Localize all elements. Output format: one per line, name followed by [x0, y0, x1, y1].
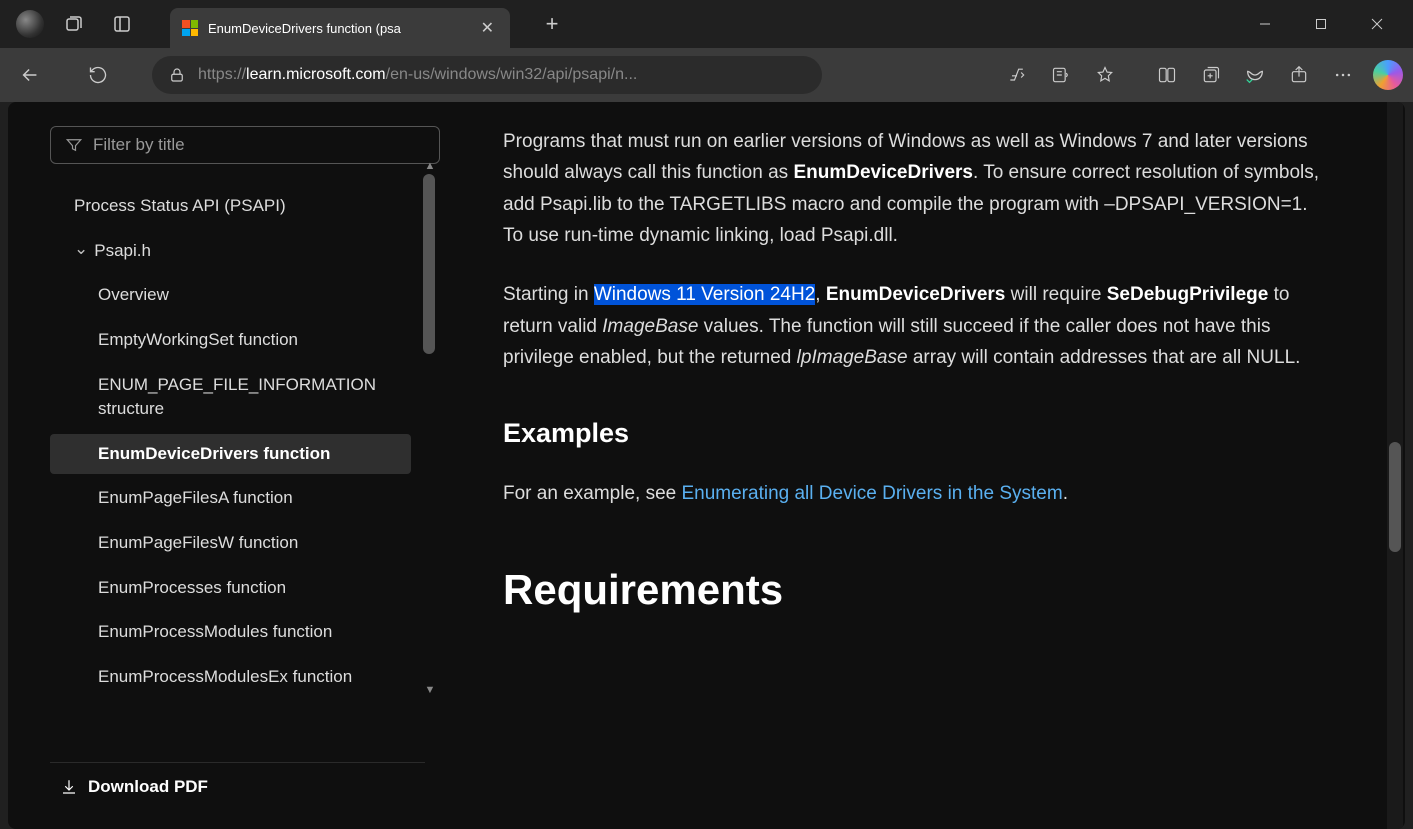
address-bar[interactable]: https://learn.microsoft.com/en-us/window… — [152, 56, 822, 94]
browser-tab[interactable]: EnumDeviceDrivers function (psa ✕ — [170, 8, 510, 48]
copilot-icon[interactable] — [1373, 60, 1403, 90]
article-body: Programs that must run on earlier versio… — [443, 102, 1405, 829]
nav-enumpagefilesa[interactable]: EnumPageFilesA function — [50, 478, 411, 519]
nav-enumprocesses[interactable]: EnumProcesses function — [50, 568, 411, 609]
browser-titlebar: EnumDeviceDrivers function (psa ✕ + — [0, 0, 1413, 48]
tab-close-button[interactable]: ✕ — [477, 16, 498, 40]
microsoft-favicon — [182, 20, 198, 36]
page-scrollbar[interactable] — [1387, 102, 1403, 829]
paragraph-1: Programs that must run on earlier versio… — [503, 126, 1325, 251]
docs-sidebar: Process Status API (PSAPI) Psapi.h Overv… — [8, 102, 443, 829]
sidebar-scroll-thumb[interactable] — [423, 174, 435, 354]
minimize-button[interactable] — [1237, 0, 1293, 48]
highlighted-text: Windows 11 Version 24H2 — [594, 284, 815, 305]
new-tab-button[interactable]: + — [536, 8, 568, 40]
profile-avatar[interactable] — [16, 10, 44, 38]
nav-enumprocessmodulesex[interactable]: EnumProcessModulesEx function — [50, 657, 411, 698]
nav-psapi[interactable]: Process Status API (PSAPI) — [50, 186, 411, 227]
nav-emptyworkingset[interactable]: EmptyWorkingSet function — [50, 320, 411, 361]
page-scroll-thumb[interactable] — [1389, 442, 1401, 552]
requirements-heading: Requirements — [503, 555, 1325, 624]
download-pdf-button[interactable]: Download PDF — [50, 762, 425, 811]
scroll-down-arrow[interactable]: ▼ — [423, 684, 437, 698]
back-button[interactable] — [10, 55, 50, 95]
browser-toolbar: https://learn.microsoft.com/en-us/window… — [0, 48, 1413, 102]
paragraph-2: Starting in Windows 11 Version 24H2, Enu… — [503, 279, 1325, 373]
page-content: Process Status API (PSAPI) Psapi.h Overv… — [8, 102, 1405, 829]
nav-enum-page-file-information[interactable]: ENUM_PAGE_FILE_INFORMATION structure — [50, 365, 411, 430]
read-aloud-icon[interactable] — [997, 55, 1037, 95]
favorite-icon[interactable] — [1085, 55, 1125, 95]
filter-input[interactable] — [93, 135, 425, 155]
nav-tree[interactable]: Process Status API (PSAPI) Psapi.h Overv… — [50, 186, 425, 762]
collections-icon[interactable] — [1191, 55, 1231, 95]
nav-overview[interactable]: Overview — [50, 275, 411, 316]
filter-box[interactable] — [50, 126, 440, 164]
scroll-up-arrow[interactable]: ▲ — [423, 160, 437, 174]
nav-psapi-h[interactable]: Psapi.h — [50, 231, 411, 272]
sidebar-scrollbar[interactable]: ▲ ▼ — [423, 174, 437, 684]
split-screen-icon[interactable] — [1147, 55, 1187, 95]
tab-title: EnumDeviceDrivers function (psa — [208, 21, 467, 36]
filter-icon — [65, 136, 83, 154]
lock-icon — [168, 66, 186, 84]
titlebar-left: EnumDeviceDrivers function (psa ✕ + — [8, 0, 568, 48]
refresh-button[interactable] — [78, 55, 118, 95]
nav-enumprocessmodules[interactable]: EnumProcessModules function — [50, 612, 411, 653]
nav-enumpagefilesw[interactable]: EnumPageFilesW function — [50, 523, 411, 564]
examples-paragraph: For an example, see Enumerating all Devi… — [503, 478, 1325, 509]
window-controls — [1237, 0, 1405, 48]
workspaces-icon[interactable] — [56, 6, 92, 42]
immersive-reader-icon[interactable] — [1041, 55, 1081, 95]
download-pdf-label: Download PDF — [88, 777, 208, 797]
url-text: https://learn.microsoft.com/en-us/window… — [198, 66, 806, 84]
nav-enumdevicedrivers[interactable]: EnumDeviceDrivers function — [50, 434, 411, 475]
example-link[interactable]: Enumerating all Device Drivers in the Sy… — [681, 483, 1062, 504]
examples-heading: Examples — [503, 411, 1325, 456]
performance-icon[interactable] — [1235, 55, 1275, 95]
download-icon — [60, 778, 78, 796]
maximize-button[interactable] — [1293, 0, 1349, 48]
more-icon[interactable] — [1323, 55, 1363, 95]
tab-actions-icon[interactable] — [104, 6, 140, 42]
share-icon[interactable] — [1279, 55, 1319, 95]
close-window-button[interactable] — [1349, 0, 1405, 48]
